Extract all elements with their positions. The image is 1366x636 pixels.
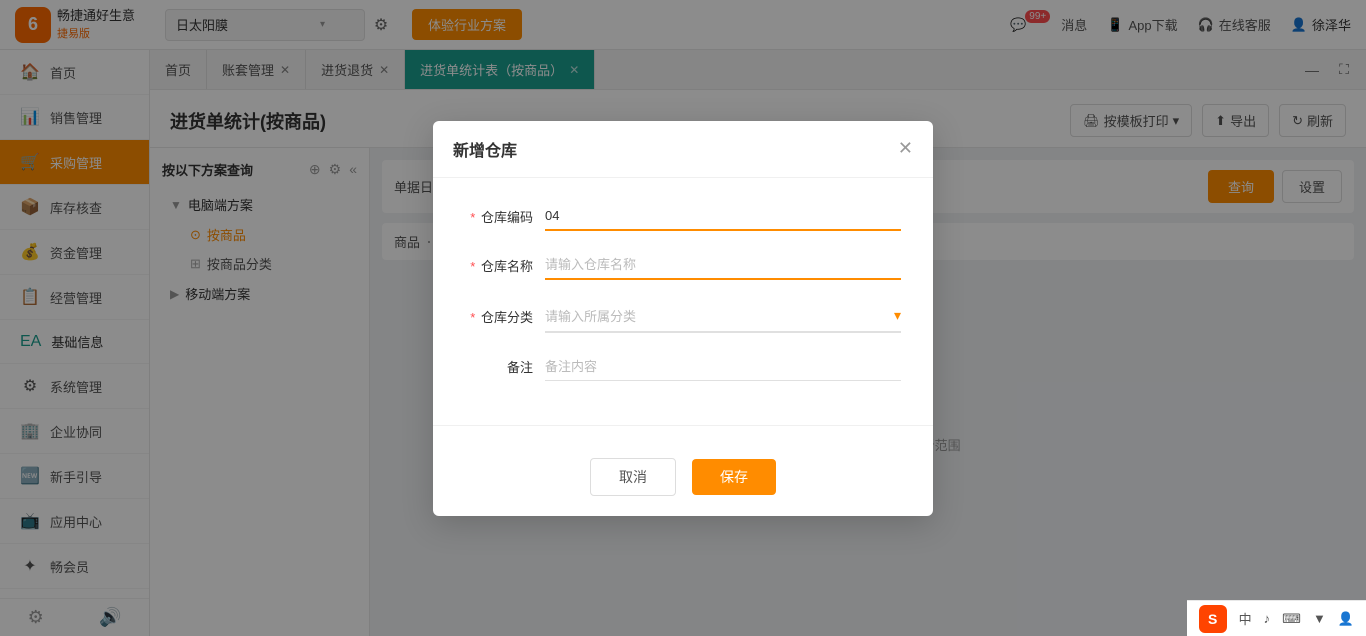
modal-overlay[interactable]: 新增仓库 ✕ * 仓库编码 * 仓库名称 <box>0 0 1366 636</box>
modal-body: * 仓库编码 * 仓库名称 * 仓库分类 请输入 <box>433 178 933 425</box>
category-required-star: * <box>470 310 475 325</box>
name-input[interactable] <box>545 251 901 280</box>
note-input[interactable] <box>545 353 901 381</box>
category-placeholder: 请输入所属分类 <box>545 306 636 325</box>
add-warehouse-modal: 新增仓库 ✕ * 仓库编码 * 仓库名称 <box>433 121 933 516</box>
cancel-button[interactable]: 取消 <box>590 458 676 496</box>
category-select[interactable]: 请输入所属分类 ▾ <box>545 300 901 333</box>
code-required-star: * <box>470 210 475 225</box>
modal-header: 新增仓库 ✕ <box>433 121 933 178</box>
brand-lang-item[interactable]: 中 <box>1239 609 1252 628</box>
modal-footer: 取消 保存 <box>433 442 933 516</box>
category-dropdown-arrow-icon[interactable]: ▾ <box>894 307 901 324</box>
form-row-name: * 仓库名称 <box>465 251 901 280</box>
code-input[interactable] <box>545 202 901 231</box>
brand-keyboard-icon[interactable]: ⌨ <box>1282 611 1301 627</box>
category-label: * 仓库分类 <box>465 307 545 326</box>
modal-close-icon[interactable]: ✕ <box>898 138 913 159</box>
save-button[interactable]: 保存 <box>692 459 776 495</box>
brand-user-icon[interactable]: 👤 <box>1338 611 1354 627</box>
note-label: 备注 <box>465 357 545 376</box>
form-row-category: * 仓库分类 请输入所属分类 ▾ <box>465 300 901 333</box>
form-row-note: 备注 <box>465 353 901 381</box>
brand-s-logo: S <box>1199 605 1227 633</box>
name-label: * 仓库名称 <box>465 256 545 275</box>
modal-title: 新增仓库 <box>453 137 517 161</box>
brand-music-icon[interactable]: ♪ <box>1264 611 1271 626</box>
name-required-star: * <box>470 259 475 274</box>
form-row-code: * 仓库编码 <box>465 202 901 231</box>
code-label: * 仓库编码 <box>465 207 545 226</box>
brand-bar: S 中 ♪ ⌨ ▼ 👤 <box>1187 600 1366 636</box>
brand-dropdown-icon[interactable]: ▼ <box>1313 611 1326 626</box>
modal-divider <box>433 425 933 426</box>
